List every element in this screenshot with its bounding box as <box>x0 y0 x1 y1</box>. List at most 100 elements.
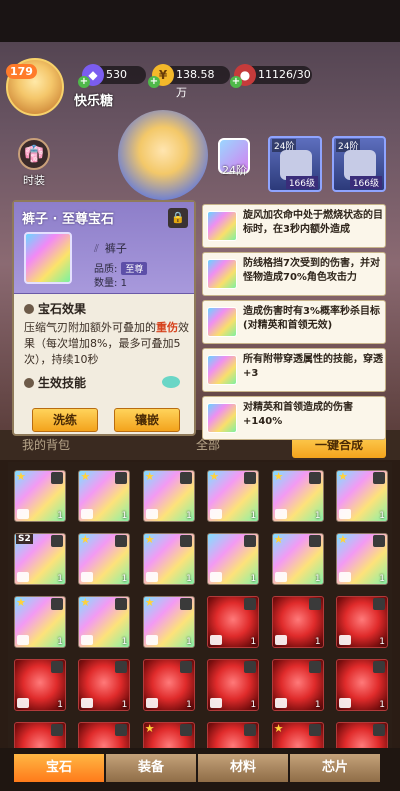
gem-detail-popup: 裤子 · 至尊宝石 🔒 ⫽ 裤子 品质: 至尊 数量: 1 宝石效果 压缩气刃附加额… <box>12 200 196 436</box>
fashion-label: 时装 <box>23 174 45 187</box>
affix-item[interactable]: 造成伤害时有3%概率秒杀目标(对精英和首领无效) <box>202 300 386 344</box>
gem-slot[interactable]: 1 <box>207 659 260 711</box>
gem-slot[interactable]: 1 <box>14 659 66 711</box>
gold-resource: ¥ 138.58万 <box>152 64 230 99</box>
affix-item[interactable]: 所有附带穿透属性的技能，穿透+3 <box>202 348 386 392</box>
lock-icon <box>51 661 63 673</box>
gem-count: 1 <box>314 700 321 710</box>
gem-slot[interactable]: 1 <box>207 596 260 648</box>
fashion-button[interactable]: 👘 时装 <box>16 138 52 187</box>
lock-icon <box>308 661 321 673</box>
equipment-type-icon <box>17 572 29 582</box>
equipment-slot-boots[interactable]: 24阶 166级 <box>332 136 386 192</box>
equipment-type-icon <box>210 572 223 582</box>
gem-slot[interactable]: S2 1 <box>14 533 66 585</box>
gem-count: 1 <box>379 511 385 521</box>
fashion-icon: 👘 <box>18 138 50 170</box>
equipment-type-icon <box>339 635 351 645</box>
gem-slot[interactable]: ★ 1 <box>336 470 388 522</box>
gem-slot[interactable]: ★ 1 <box>78 596 131 648</box>
gem-slot[interactable]: 1 <box>271 659 324 711</box>
lock-icon <box>179 535 192 547</box>
gem-count: 1 <box>186 511 192 521</box>
lock-icon <box>244 535 257 547</box>
equipment-type-icon <box>81 698 94 708</box>
equipment-type-icon <box>145 572 158 582</box>
skill-icon[interactable] <box>162 376 180 388</box>
lock-icon <box>115 535 128 547</box>
equipment-type-icon <box>274 698 287 708</box>
lock-icon <box>244 724 257 736</box>
lock-icon[interactable]: 🔒 <box>168 208 188 228</box>
gem-slot[interactable]: ★ 1 <box>271 470 324 522</box>
inlay-button[interactable]: 镶嵌 <box>114 408 180 432</box>
gem-count: 1 <box>250 637 257 647</box>
player-level-badge: 179 <box>6 64 37 79</box>
equipment-slot-helmet[interactable]: 24阶 166级 <box>268 136 322 192</box>
player-name: 快乐糖 <box>74 94 114 109</box>
gem-slot[interactable]: 1 <box>336 659 388 711</box>
star-icon: ★ <box>16 596 26 609</box>
gem-slot[interactable]: ★ 1 <box>14 596 66 648</box>
star-icon: ★ <box>273 533 284 546</box>
star-icon: ★ <box>144 470 155 483</box>
star-icon: ★ <box>16 470 26 483</box>
gem-slot[interactable]: ★ 1 <box>336 533 388 585</box>
gem-count: 1 <box>314 637 321 647</box>
gem-title: 裤子 · 至尊宝石 <box>22 212 114 227</box>
affix-item[interactable]: 对精英和首领造成的伤害+140% <box>202 396 386 440</box>
item-type: ⫽ 裤子 <box>94 242 127 255</box>
lock-icon <box>308 535 321 547</box>
gem-count: 1 <box>186 637 192 647</box>
gem-slot[interactable]: 1 <box>78 659 131 711</box>
gem-slot[interactable]: 1 <box>271 596 324 648</box>
gem-count: 1 <box>314 574 321 584</box>
add-gold-button[interactable]: + <box>148 76 160 88</box>
add-diamond-button[interactable]: + <box>78 76 90 88</box>
add-stamina-button[interactable]: + <box>230 76 242 88</box>
lock-icon <box>179 724 192 736</box>
gem-count: 1 <box>57 700 63 710</box>
gem-icon <box>207 307 237 337</box>
equipment-type-icon <box>339 572 351 582</box>
gem-slot[interactable]: ★ 1 <box>207 470 260 522</box>
gem-count: 1 <box>314 511 321 521</box>
equipment-type-icon <box>274 635 287 645</box>
gem-slot[interactable]: 1 <box>142 659 195 711</box>
s2-badge: S2 <box>16 534 33 544</box>
equipment-type-icon <box>274 509 287 519</box>
gem-count: 1 <box>57 574 63 584</box>
gem-detail-header: 裤子 · 至尊宝石 🔒 ⫽ 裤子 品质: 至尊 数量: 1 <box>14 202 194 294</box>
affix-item[interactable]: 防线格挡7次受到的伤害，并对怪物造成70%角色攻击力 <box>202 252 386 296</box>
lock-icon <box>115 472 128 484</box>
gem-count: 1 <box>379 637 385 647</box>
affix-item[interactable]: 旋风加农命中处于燃烧状态的目标时，在3秒内额外造成 <box>202 204 386 248</box>
tab-materials[interactable]: 材料 <box>198 754 288 782</box>
gem-slot[interactable]: ★ 1 <box>271 533 324 585</box>
lock-icon <box>51 724 63 736</box>
equipment-type-icon <box>339 698 351 708</box>
star-icon: ★ <box>273 470 284 483</box>
tab-chips[interactable]: 芯片 <box>290 754 380 782</box>
stamina-resource: ● 11126/30 <box>234 64 312 86</box>
equipment-type-icon <box>17 698 29 708</box>
tier-label: 24阶 <box>222 164 247 177</box>
star-icon: ★ <box>338 533 348 546</box>
equipment-level: 166级 <box>349 176 382 189</box>
gem-icon <box>207 355 237 385</box>
gem-slot[interactable]: ★ 1 <box>142 596 195 648</box>
gem-slot[interactable]: 1 <box>207 533 260 585</box>
equipment-type-icon <box>145 698 158 708</box>
gem-icon <box>207 259 237 289</box>
lock-icon <box>373 535 385 547</box>
gem-slot[interactable]: ★ 1 <box>142 470 195 522</box>
gem-slot[interactable]: ★ 1 <box>78 533 131 585</box>
gem-slot[interactable]: ★ 1 <box>14 470 66 522</box>
lock-icon <box>51 472 63 484</box>
tab-equipment[interactable]: 装备 <box>106 754 196 782</box>
gem-slot[interactable]: ★ 1 <box>78 470 131 522</box>
gem-slot[interactable]: 1 <box>336 596 388 648</box>
tab-gems[interactable]: 宝石 <box>14 754 104 782</box>
gem-slot[interactable]: ★ 1 <box>142 533 195 585</box>
wash-button[interactable]: 洗练 <box>32 408 98 432</box>
